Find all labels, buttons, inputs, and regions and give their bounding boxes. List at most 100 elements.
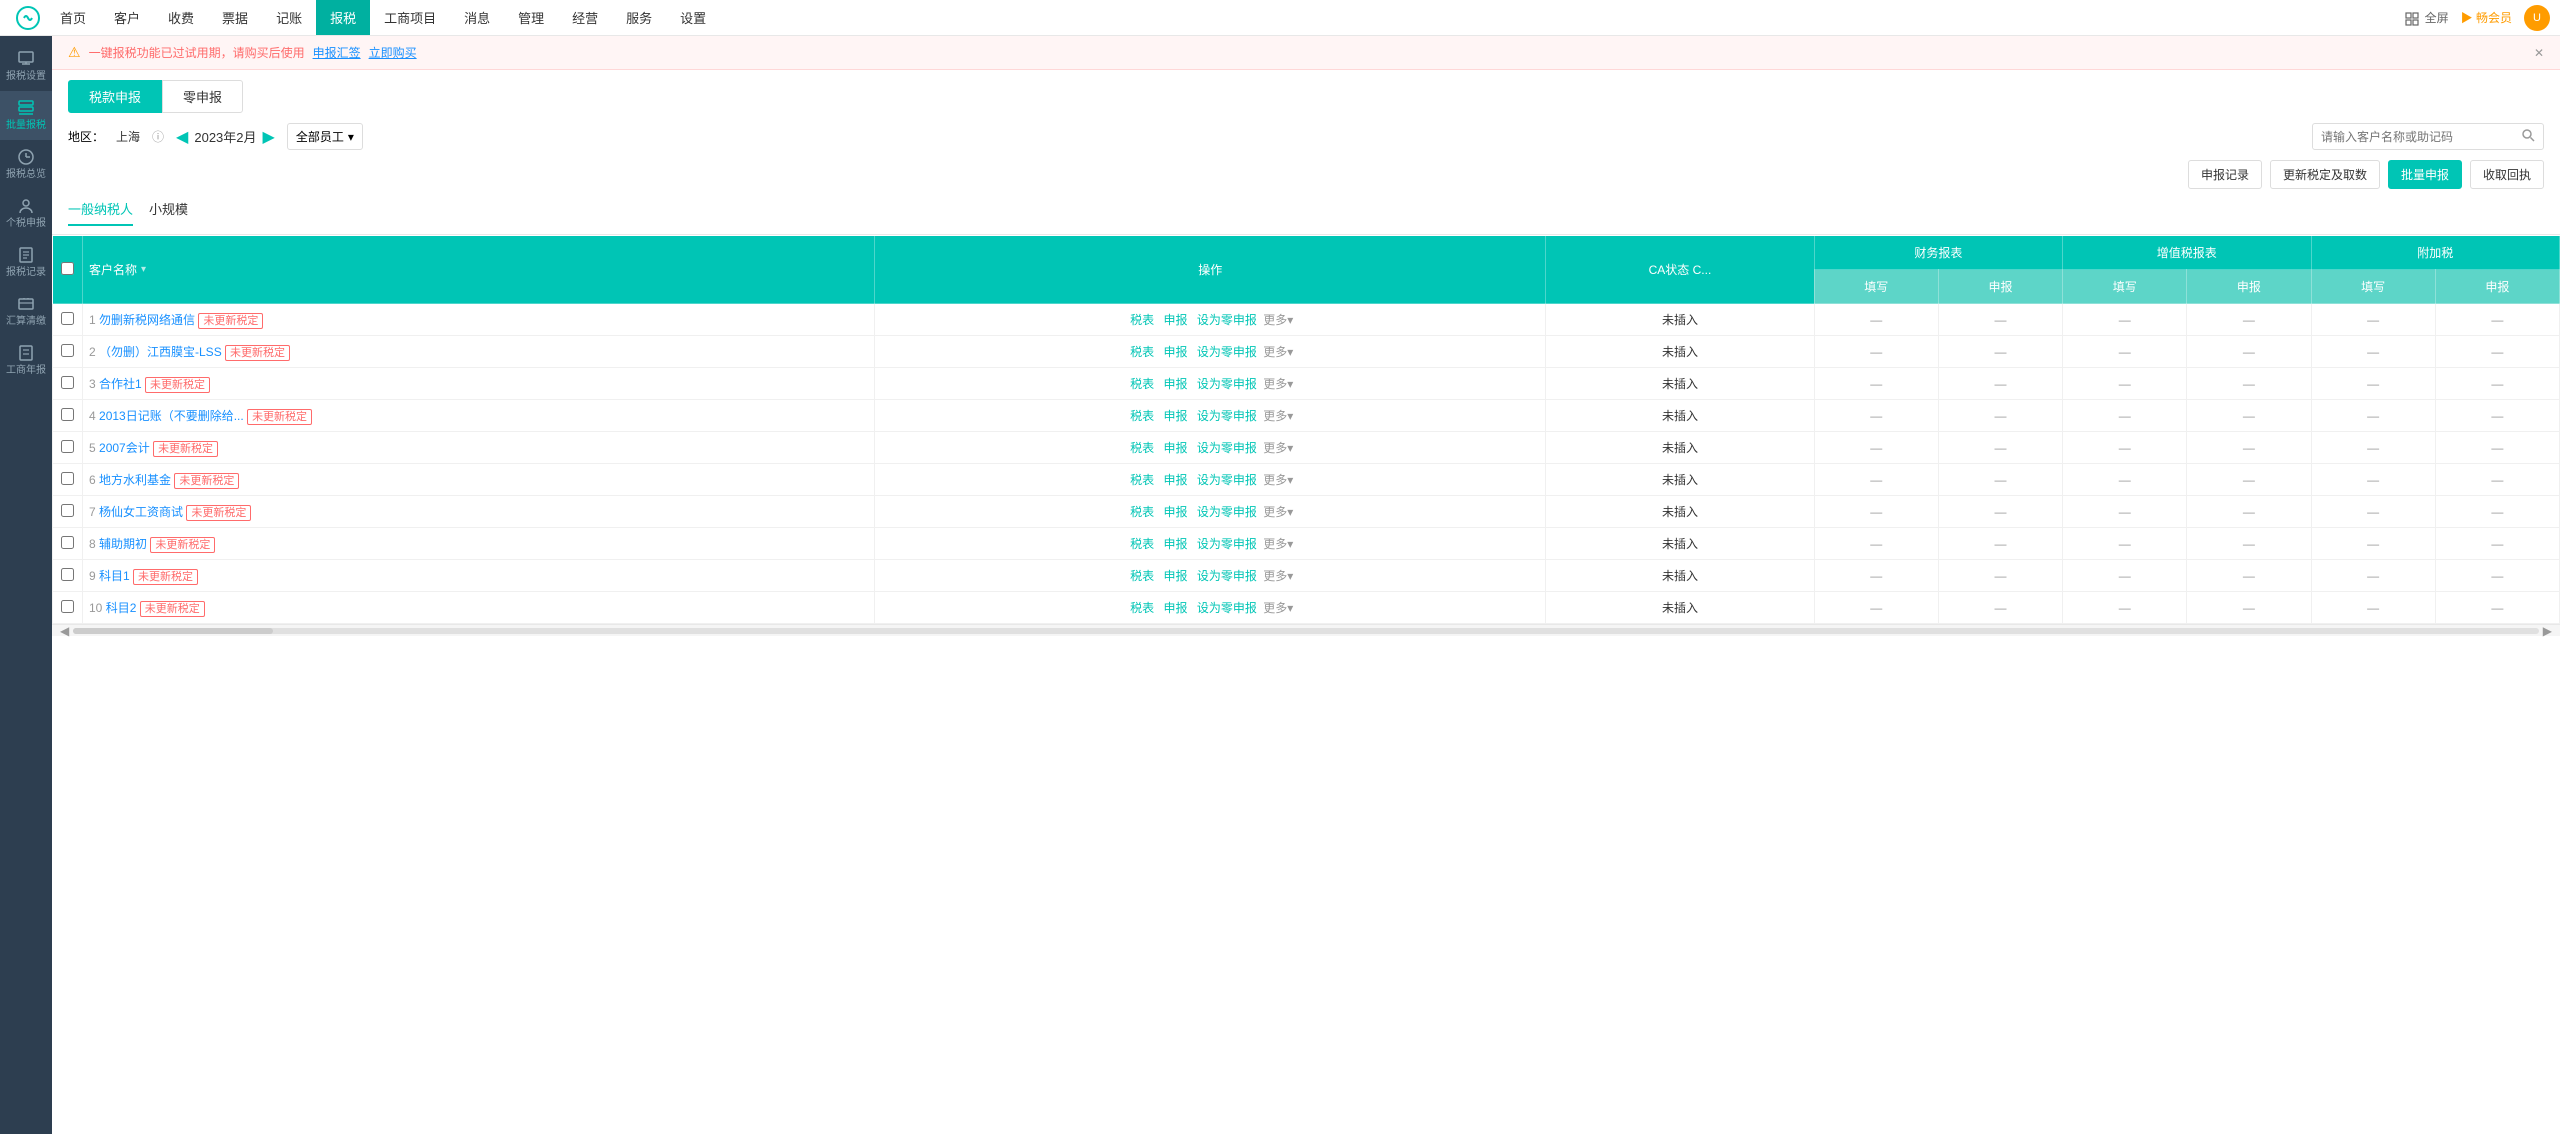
row-checkbox-cell: [53, 496, 83, 528]
nav-invoice[interactable]: 票据: [208, 0, 262, 35]
row-checkbox-2[interactable]: [61, 376, 74, 389]
user-avatar[interactable]: U: [2524, 5, 2550, 31]
row-tax-fill: —: [2063, 560, 2187, 592]
next-month-button[interactable]: ▶: [263, 127, 275, 147]
row-finance-declare: —: [1938, 560, 2062, 592]
row-added-declare: —: [2435, 336, 2559, 368]
row-checkbox-0[interactable]: [61, 312, 74, 325]
banner-link-buy[interactable]: 立即购买: [369, 44, 417, 61]
row-checkbox-8[interactable]: [61, 568, 74, 581]
row-checkbox-6[interactable]: [61, 504, 74, 517]
row-tax-declare: —: [2187, 528, 2311, 560]
search-button[interactable]: [2513, 124, 2543, 149]
th-added-fill: 填写: [2311, 270, 2435, 304]
employee-label: 全部员工: [296, 128, 344, 145]
row-operations: 税表 申报 设为零申报 更多▾: [875, 400, 1546, 432]
search-input[interactable]: [2313, 126, 2513, 148]
row-added-fill: —: [2311, 560, 2435, 592]
row-added-fill: —: [2311, 496, 2435, 528]
row-checkbox-9[interactable]: [61, 600, 74, 613]
nav-service[interactable]: 服务: [612, 0, 666, 35]
row-client-name: 4 2013日记账（不要删除给... 未更新税定: [83, 400, 875, 432]
row-checkbox-4[interactable]: [61, 440, 74, 453]
tab-small-scale[interactable]: 小规模: [149, 199, 188, 226]
retrieve-receipt-button[interactable]: 收取回执: [2470, 160, 2544, 189]
bottom-scroll[interactable]: ◀ ▶: [52, 624, 2560, 636]
table-row: 3 合作社1 未更新税定 税表 申报 设为零申报 更多▾ 未插入 — — — —…: [53, 368, 2560, 400]
sidebar-item-tax-settings[interactable]: 报税设置: [0, 42, 52, 91]
nav-message[interactable]: 消息: [450, 0, 504, 35]
trial-banner: ⚠ 一键报税功能已过试用期，请购买后使用 申报汇签 立即购买 ✕: [52, 36, 2560, 70]
scroll-right-arrow[interactable]: ▶: [2543, 624, 2552, 638]
sidebar-label-personal-tax: 个税申报: [6, 218, 46, 230]
sidebar-label-tax-overview: 报税总览: [6, 169, 46, 181]
nav-home[interactable]: 首页: [46, 0, 100, 35]
sidebar-item-settlement[interactable]: 汇算清缴: [0, 287, 52, 336]
employee-select[interactable]: 全部员工 ▾: [287, 123, 363, 150]
row-checkbox-7[interactable]: [61, 536, 74, 549]
nav-settings[interactable]: 设置: [666, 0, 720, 35]
row-client-name: 7 杨仙女工资商试 未更新税定: [83, 496, 875, 528]
nav-manage[interactable]: 管理: [504, 0, 558, 35]
search-box: [2312, 123, 2544, 150]
fullscreen-button[interactable]: 全屏: [2405, 9, 2448, 26]
row-operations: 税表 申报 设为零申报 更多▾: [875, 560, 1546, 592]
location-info-icon[interactable]: ⓘ: [152, 128, 164, 145]
row-finance-fill: —: [1814, 560, 1938, 592]
row-operations: 税表 申报 设为零申报 更多▾: [875, 432, 1546, 464]
row-checkbox-cell: [53, 400, 83, 432]
row-added-declare: —: [2435, 304, 2559, 336]
row-ca-status: 未插入: [1546, 432, 1814, 464]
row-tax-fill: —: [2063, 304, 2187, 336]
sidebar-item-batch-tax[interactable]: 批量报税: [0, 91, 52, 140]
th-finance-report: 财务报表: [1814, 236, 2062, 270]
sidebar: 报税设置 批量报税 报税总览 个税申报: [0, 36, 52, 1134]
action-row: 申报记录 更新税定及取数 批量申报 收取回执: [52, 160, 2560, 199]
row-finance-fill: —: [1814, 464, 1938, 496]
row-added-declare: —: [2435, 496, 2559, 528]
tab-tax-declare[interactable]: 税款申报: [68, 80, 162, 113]
nav-business[interactable]: 工商项目: [370, 0, 450, 35]
sidebar-item-personal-tax[interactable]: 个税申报: [0, 189, 52, 238]
main-layout: 报税设置 批量报税 报税总览 个税申报: [0, 36, 2560, 1134]
nav-operation[interactable]: 经营: [558, 0, 612, 35]
banner-close-button[interactable]: ✕: [2534, 46, 2544, 60]
scroll-track[interactable]: [73, 628, 2539, 634]
row-tax-declare: —: [2187, 304, 2311, 336]
select-all-checkbox[interactable]: [61, 262, 74, 275]
row-finance-fill: —: [1814, 336, 1938, 368]
banner-link-report[interactable]: 申报汇签: [313, 44, 361, 61]
sidebar-item-tax-overview[interactable]: 报税总览: [0, 140, 52, 189]
tab-zero-declare[interactable]: 零申报: [162, 80, 243, 113]
row-tax-fill: —: [2063, 496, 2187, 528]
scroll-thumb[interactable]: [73, 628, 273, 634]
sidebar-item-business-annual[interactable]: 工商年报: [0, 336, 52, 385]
main-table: 客户名称 ▾ 操作 CA状态 C... 财务报表 增值税报表 附加税 填写: [52, 235, 2560, 624]
sidebar-item-tax-record[interactable]: 报税记录: [0, 238, 52, 287]
member-button[interactable]: ▶ 畅会员: [2461, 9, 2512, 26]
nav-account[interactable]: 记账: [262, 0, 316, 35]
row-operations: 税表 申报 设为零申报 更多▾: [875, 464, 1546, 496]
scroll-left-arrow[interactable]: ◀: [60, 624, 69, 638]
update-tax-button[interactable]: 更新税定及取数: [2270, 160, 2380, 189]
th-tax-fill: 填写: [2063, 270, 2187, 304]
right-tools: 全屏 ▶ 畅会员 U: [2405, 5, 2550, 31]
prev-month-button[interactable]: ◀: [176, 127, 188, 147]
row-finance-fill: —: [1814, 496, 1938, 528]
batch-declare-button[interactable]: 批量申报: [2388, 160, 2462, 189]
row-checkbox-3[interactable]: [61, 408, 74, 421]
nav-fee[interactable]: 收费: [154, 0, 208, 35]
nav-tax[interactable]: 报税: [316, 0, 370, 35]
row-checkbox-5[interactable]: [61, 472, 74, 485]
row-checkbox-cell: [53, 528, 83, 560]
tab-general-taxpayer[interactable]: 一般纳税人: [68, 199, 133, 226]
row-finance-fill: —: [1814, 304, 1938, 336]
row-checkbox-cell: [53, 368, 83, 400]
sidebar-label-settlement: 汇算清缴: [6, 316, 46, 328]
row-added-fill: —: [2311, 464, 2435, 496]
table-row: 5 2007会计 未更新税定 税表 申报 设为零申报 更多▾ 未插入 — — —…: [53, 432, 2560, 464]
row-checkbox-1[interactable]: [61, 344, 74, 357]
declare-record-button[interactable]: 申报记录: [2188, 160, 2262, 189]
nav-client[interactable]: 客户: [100, 0, 154, 35]
sidebar-label-batch-tax: 批量报税: [6, 120, 46, 132]
